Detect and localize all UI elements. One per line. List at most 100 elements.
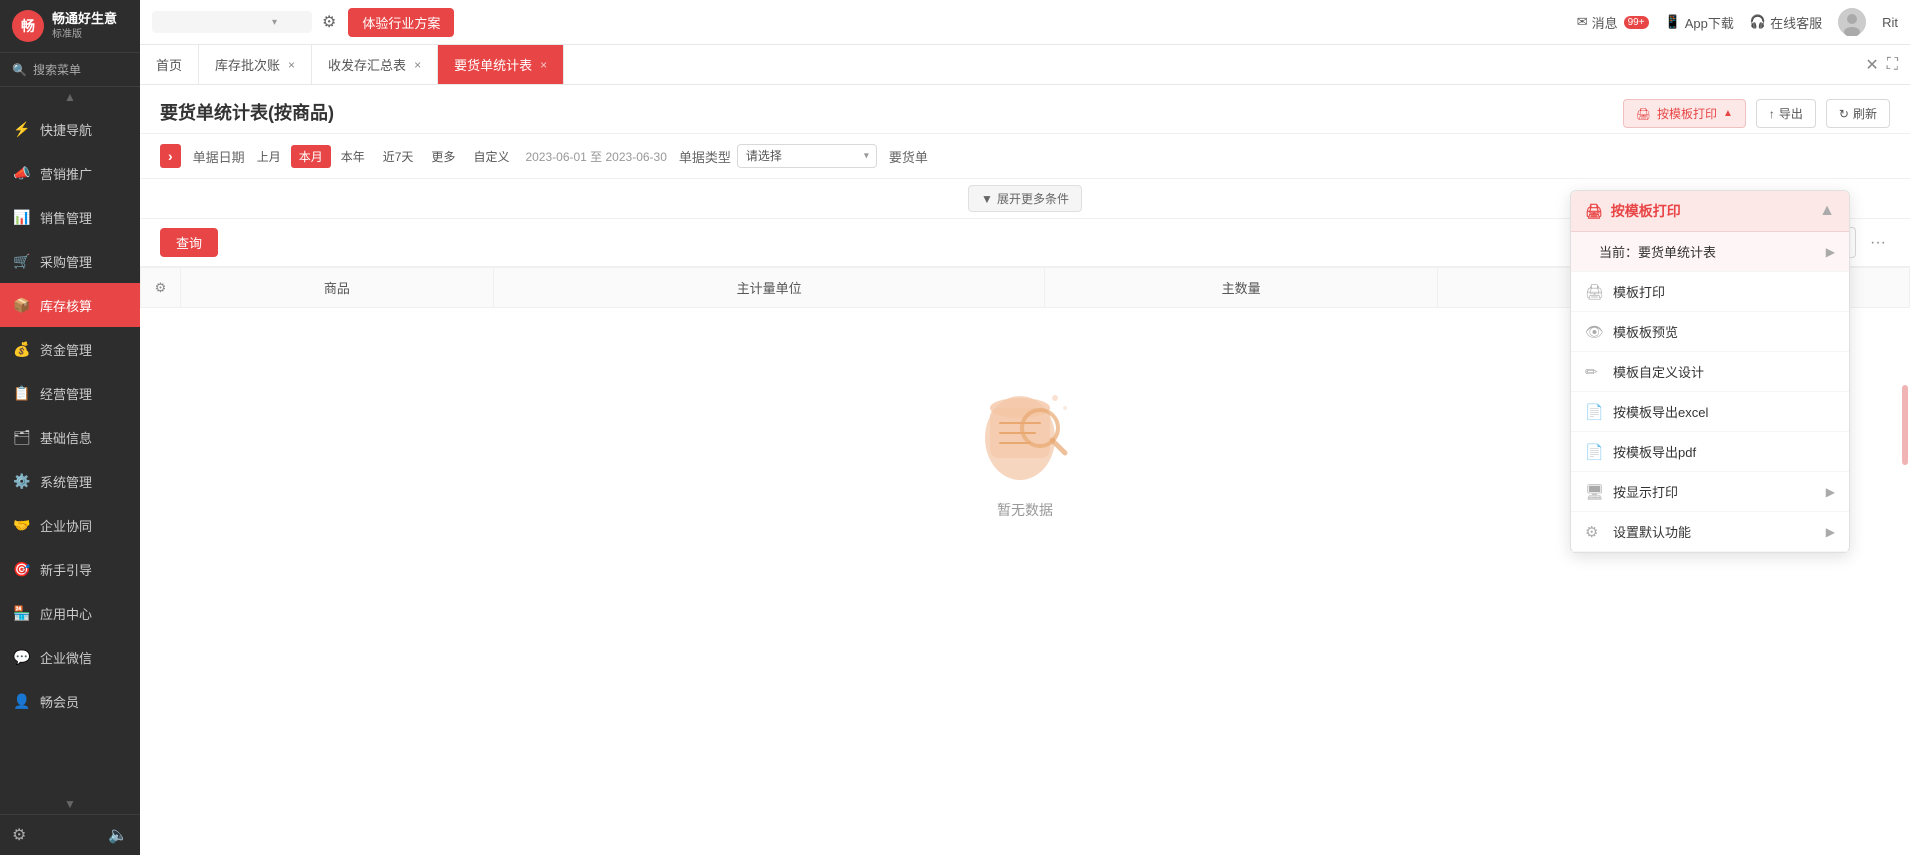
topbar-search-dropdown-icon[interactable]: ▾ (272, 17, 277, 28)
sidebar-item-inventory[interactable]: 📦 库存核算 (0, 283, 140, 327)
settings-bottom-icon[interactable]: ⚙ (12, 825, 26, 845)
sidebar-item-wechat[interactable]: 💬 企业微信 (0, 635, 140, 679)
sidebar-item-marketing-label: 营销推广 (40, 164, 92, 183)
print-dropdown-header: 🖨 按模板打印 ▲ (1571, 191, 1849, 232)
sidebar-item-purchase[interactable]: 🛒 采购管理 (0, 239, 140, 283)
export-icon: ↑ (1769, 107, 1775, 121)
table-col-unit: 主计量单位 (493, 268, 1045, 308)
export-label: 导出 (1779, 105, 1803, 122)
sidebar-item-wechat-label: 企业微信 (40, 648, 92, 667)
topbar-gear-icon[interactable]: ⚙ (322, 12, 336, 32)
date-option-more[interactable]: 更多 (423, 145, 463, 168)
sidebar-item-finance[interactable]: 💰 资金管理 (0, 327, 140, 371)
sidebar-item-operation[interactable]: 📋 经营管理 (0, 371, 140, 415)
print-template-pdf-item[interactable]: 📄 按模板导出pdf (1571, 432, 1849, 472)
print-template-custom-item[interactable]: ✏ 模板自定义设计 (1571, 352, 1849, 392)
sidebar-item-marketing[interactable]: 📣 营销推广 (0, 151, 140, 195)
default-function-label: 设置默认功能 (1613, 522, 1691, 541)
date-option-custom[interactable]: 自定义 (465, 145, 517, 168)
messages-badge: 99+ (1624, 16, 1649, 29)
topbar-trial-btn[interactable]: 体验行业方案 (348, 8, 454, 37)
cargo-filter: 要货单 (889, 147, 928, 166)
sidebar-item-member[interactable]: 👤 畅会员 (0, 679, 140, 723)
collab-icon: 🤝 (12, 515, 32, 535)
expand-more-btn[interactable]: ▼ 展开更多条件 (968, 185, 1082, 212)
sidebar-item-quicknav[interactable]: ⚡ 快捷导航 (0, 107, 140, 151)
wechat-icon: 💬 (12, 647, 32, 667)
topbar-avatar[interactable] (1838, 8, 1866, 36)
date-option-last-month[interactable]: 上月 (249, 145, 289, 168)
table-settings-icon[interactable]: ⚙ (155, 280, 167, 295)
query-btn[interactable]: 查询 (160, 228, 218, 257)
scroll-down-btn[interactable]: ▼ (64, 797, 76, 811)
sidebar-item-guide[interactable]: 🎯 新手引导 (0, 547, 140, 591)
sidebar-item-quicknav-label: 快捷导航 (40, 120, 92, 139)
sidebar-item-collab[interactable]: 🤝 企业协同 (0, 503, 140, 547)
topbar-username[interactable]: Rit (1882, 15, 1898, 30)
date-option-this-year[interactable]: 本年 (333, 145, 373, 168)
tab-receipt[interactable]: 收发存汇总表 × (312, 45, 438, 84)
date-range-text: 2023-06-01 至 2023-06-30 (525, 148, 666, 165)
topbar-online-service[interactable]: 🎧 在线客服 (1750, 13, 1822, 32)
apps-icon: 🏪 (12, 603, 32, 623)
headset-icon: 🎧 (1750, 14, 1766, 30)
print-template-btn[interactable]: 🖨 按模板打印 ▲ (1623, 99, 1746, 128)
tab-expand-btn[interactable]: ⛶ (1887, 56, 1898, 74)
topbar-search-area[interactable]: ▾ (152, 11, 312, 33)
pdf-item-icon: 📄 (1585, 443, 1603, 461)
sidebar-item-system[interactable]: ⚙️ 系统管理 (0, 459, 140, 503)
print-template-preview-item[interactable]: 👁 模板板预览 (1571, 312, 1849, 352)
print-default-function-item[interactable]: ⚙ 设置默认功能 ▶ (1571, 512, 1849, 552)
order-type-select[interactable]: 请选择 (737, 144, 877, 168)
date-options: 上月 本月 本年 近7天 更多 自定义 (249, 145, 518, 168)
print-template-excel-item[interactable]: 📄 按模板导出excel (1571, 392, 1849, 432)
app-logo-text: 畅通好生意 标准版 (52, 10, 117, 42)
tab-batch-label: 库存批次账 (215, 55, 280, 74)
sidebar-logo: 畅 畅通好生意 标准版 (0, 0, 140, 53)
display-print-icon: 🖥 (1585, 483, 1603, 501)
tab-close-all-btn[interactable]: ✕ (1865, 55, 1878, 75)
refresh-label: 刷新 (1853, 105, 1877, 122)
date-option-this-month[interactable]: 本月 (291, 145, 331, 168)
tab-batch[interactable]: 库存批次账 × (199, 45, 312, 84)
search-label: 搜索菜单 (33, 61, 81, 78)
tab-home[interactable]: 首页 (140, 45, 199, 84)
print-template-print-item[interactable]: 🖨 模板打印 (1571, 272, 1849, 312)
template-custom-label: 模板自定义设计 (1613, 362, 1704, 381)
online-service-label: 在线客服 (1770, 13, 1822, 32)
sidebar-item-sales[interactable]: 📊 销售管理 (0, 195, 140, 239)
default-function-icon: ⚙ (1585, 523, 1603, 541)
print-display-print-item[interactable]: 🖥 按显示打印 ▶ (1571, 472, 1849, 512)
topbar-messages[interactable]: ✉ 消息 99+ (1577, 13, 1649, 32)
more-actions-btn[interactable]: ··· (1866, 230, 1890, 256)
tab-batch-close[interactable]: × (288, 58, 295, 72)
empty-svg (965, 368, 1085, 488)
sidebar-nav: ⚡ 快捷导航 📣 营销推广 📊 销售管理 🛒 采购管理 📦 库存核算 💰 资金管… (0, 107, 140, 794)
tabbar-end: ✕ ⛶ (1853, 45, 1910, 84)
tab-receipt-close[interactable]: × (414, 58, 421, 72)
print-dropdown-close-arrow[interactable]: ▲ (1819, 202, 1835, 220)
lightning-icon: ⚡ (12, 119, 32, 139)
tab-order-close[interactable]: × (540, 58, 547, 72)
export-btn[interactable]: ↑ 导出 (1756, 99, 1816, 128)
print-current-template[interactable]: 当前：要货单统计表 ▶ (1571, 232, 1849, 272)
refresh-btn[interactable]: ↻ 刷新 (1826, 99, 1890, 128)
filter-expand-btn[interactable]: › (160, 144, 181, 168)
purchase-icon: 🛒 (12, 251, 32, 271)
topbar-search-input[interactable] (162, 15, 272, 29)
date-option-7days[interactable]: 近7天 (375, 145, 422, 168)
audio-bottom-icon[interactable]: 🔈 (108, 825, 128, 845)
expand-icon: ▼ (981, 192, 993, 206)
basic-icon: 🗂 (12, 427, 32, 447)
topbar-app-download[interactable]: 📱 App下载 (1665, 13, 1734, 32)
default-function-left: ⚙ 设置默认功能 (1585, 522, 1691, 541)
sidebar-item-apps[interactable]: 🏪 应用中心 (0, 591, 140, 635)
tab-order[interactable]: 要货单统计表 × (438, 45, 564, 84)
print-dropdown: 🖨 按模板打印 ▲ 当前：要货单统计表 ▶ 🖨 模板打印 👁 模板板预览 (1570, 190, 1850, 553)
sidebar-search[interactable]: 🔍 搜索菜单 (0, 53, 140, 87)
sidebar-item-basic[interactable]: 🗂 基础信息 (0, 415, 140, 459)
scrollbar-indicator[interactable] (1902, 385, 1908, 465)
scroll-up-btn[interactable]: ▲ (64, 90, 76, 104)
display-print-arrow: ▶ (1826, 485, 1835, 499)
default-function-arrow: ▶ (1826, 525, 1835, 539)
